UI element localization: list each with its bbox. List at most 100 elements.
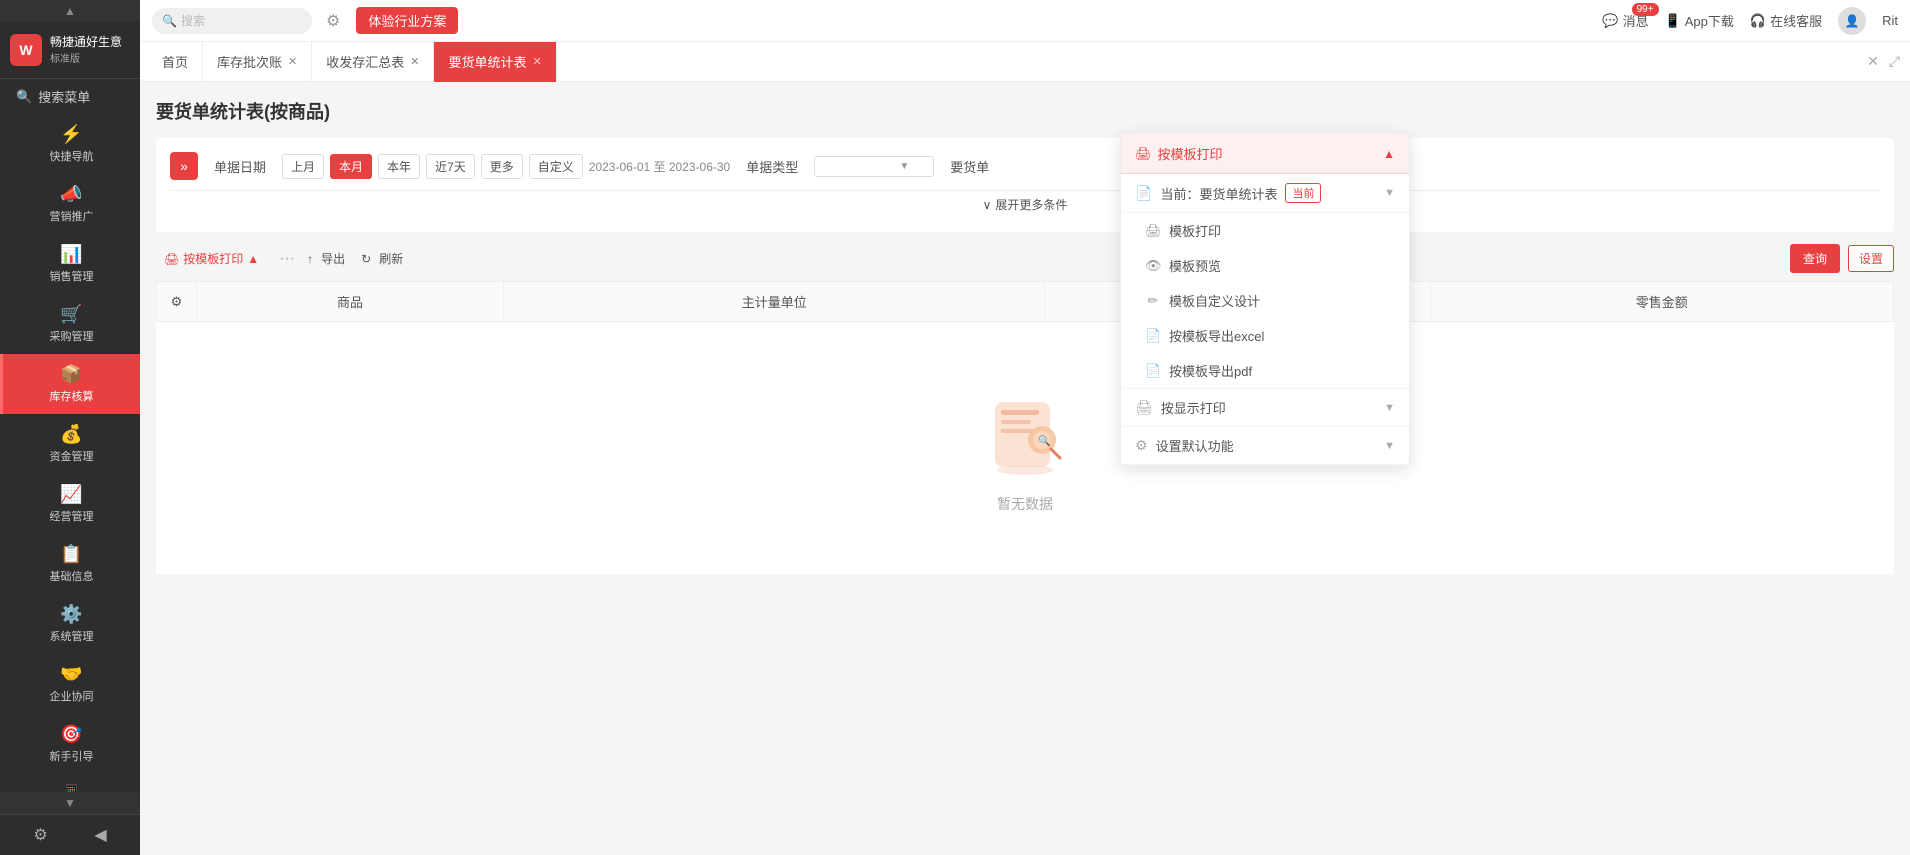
topbar-messages[interactable]: 💬 消息 99+ [1602,11,1648,30]
dropdown-print-icon: 🖨 [1135,146,1152,162]
sidebar-item-purchase[interactable]: 🛒 采购管理 [0,294,140,354]
table-empty-row: 🔍 暂无数据 [157,322,1894,575]
topbar-avatar[interactable]: 👤 [1838,7,1866,35]
topbar-search[interactable]: 🔍 搜索 [152,8,312,34]
dropdown-current-section: 📄 当前：要货单统计表 当前 ▼ [1121,174,1409,213]
tab-order-stats-label: 要货单统计表 [448,52,526,71]
export-label[interactable]: 导出 [321,250,345,267]
sidebar-scroll-up[interactable]: ▲ [0,0,140,22]
dropdown-item-template-excel[interactable]: 📄 按模板导出excel [1121,318,1409,353]
topbar-trial-btn[interactable]: 体验行业方案 [356,7,458,34]
online-service-label: 在线客服 [1770,11,1822,30]
sidebar-settings-btn[interactable]: ⚙ [33,825,47,845]
dropdown-current-doc-icon: 📄 [1135,185,1152,202]
date-btn-prev-month[interactable]: 上月 [282,154,324,179]
tab-receivables[interactable]: 收发存汇总表 ✕ [312,42,434,82]
topbar-app-download[interactable]: 📱 App下载 [1665,11,1734,30]
sidebar-item-quick-nav[interactable]: ⚡ 快捷导航 [0,114,140,174]
dropdown-item-template-preview[interactable]: 👁 模板预览 [1121,248,1409,283]
content-area: 要货单统计表(按商品) » 单据日期 上月 本月 本年 近7天 更多 自定义 2… [140,82,1910,855]
sidebar-search-btn[interactable]: 🔍 搜索菜单 [0,79,140,114]
purchase-icon: 🛒 [60,304,82,325]
sidebar-scroll-down[interactable]: ▼ [0,792,140,814]
sidebar-item-basic-info[interactable]: 📋 基础信息 [0,534,140,594]
filter-row: » 单据日期 上月 本月 本年 近7天 更多 自定义 2023-06-01 至 … [170,152,1880,180]
logo-text: 畅捷通好生意 [50,35,122,51]
tab-receivables-close[interactable]: ✕ [410,55,419,68]
tab-close-window-btn[interactable]: ✕ [1865,51,1881,72]
operations-icon: 📈 [60,484,82,505]
search-label: 搜索菜单 [38,87,90,106]
sidebar-item-marketing[interactable]: 📣 营销推广 [0,174,140,234]
th-retail-amount: 零售金额 [1430,282,1893,322]
tab-order-stats[interactable]: 要货单统计表 ✕ [434,42,556,82]
sidebar-item-finance[interactable]: 💰 资金管理 [0,414,140,474]
dropdown-display-header[interactable]: 🖨 按显示打印 ▼ [1121,389,1409,426]
tab-inventory-batch[interactable]: 库存批次账 ✕ [203,42,312,82]
tab-inventory-batch-close[interactable]: ✕ [288,55,297,68]
empty-text: 暂无数据 [997,494,1053,514]
table-header-row: ⚙ 商品 主计量单位 主数量 零售金额 [157,282,1894,322]
dropdown-template-section: 🖨 模板打印 👁 模板预览 ✏ 模板自定义设计 📄 按模板导出excel 📄 按… [1121,213,1409,389]
sidebar-item-apps[interactable]: 📱 应用中心 [0,774,140,792]
dropdown-item-template-design[interactable]: ✏ 模板自定义设计 [1121,283,1409,318]
dropdown-default-arrow[interactable]: ▼ [1384,440,1395,452]
sidebar-item-label: 资金管理 [50,448,94,464]
toolbar-dots[interactable]: ··· [275,250,299,268]
topbar-left: 🔍 搜索 ⚙ 体验行业方案 [152,7,458,34]
sidebar-item-guide[interactable]: 🎯 新手引导 [0,714,140,774]
tab-order-stats-close[interactable]: ✕ [533,55,542,68]
sidebar-item-inventory[interactable]: 📦 库存核算 [0,354,140,414]
dropdown-default-section: ⚙ 设置默认功能 ▼ [1121,427,1409,465]
dropdown-display-arrow[interactable]: ▼ [1384,402,1395,414]
topbar-search-icon: 🔍 [162,14,177,28]
tabs-bar: 首页 库存批次账 ✕ 收发存汇总表 ✕ 要货单统计表 ✕ ✕ ⤢ [140,42,1910,82]
dropdown-header-left: 🖨 按模板打印 [1135,144,1223,163]
refresh-icon: ↻ [361,252,371,266]
sidebar-collapse-btn[interactable]: ◀ [94,825,106,845]
date-range: 2023-06-01 至 2023-06-30 [589,158,730,175]
topbar-online-service[interactable]: 🎧 在线客服 [1750,11,1822,30]
sidebar-item-label: 基础信息 [50,568,94,584]
filter-type-select[interactable]: ▼ [814,156,934,177]
date-btn-more[interactable]: 更多 [481,154,523,179]
dropdown-default-header[interactable]: ⚙ 设置默认功能 ▼ [1121,427,1409,464]
toolbar-print-btn[interactable]: 🖨 按模板打印 ▲ [156,245,267,272]
dropdown-item-template-pdf[interactable]: 📄 按模板导出pdf [1121,353,1409,388]
template-print-icon: 🖨 [1145,223,1161,239]
dropdown-current-header[interactable]: 📄 当前：要货单统计表 当前 ▼ [1121,174,1409,212]
dropdown-item-template-pdf-label: 按模板导出pdf [1169,361,1252,380]
table-toolbar: 🖨 按模板打印 ▲ ··· ↑ 导出 ↻ 刷新 查询 设置 [156,244,1894,273]
date-btn-custom[interactable]: 自定义 [529,154,583,179]
expand-more-btn[interactable]: ∨ 展开更多条件 [170,190,1880,218]
th-settings[interactable]: ⚙ [157,282,197,322]
page-title: 要货单统计表(按商品) [156,98,1894,124]
sidebar-item-operations[interactable]: 📈 经营管理 [0,474,140,534]
date-btn-current-month[interactable]: 本月 [330,154,372,179]
app-download-icon: 📱 [1665,13,1681,29]
date-btn-last7[interactable]: 近7天 [426,154,475,179]
sidebar-nav: ⚡ 快捷导航 📣 营销推广 📊 销售管理 🛒 采购管理 📦 库存核算 💰 资金管… [0,114,140,792]
refresh-label[interactable]: 刷新 [379,250,403,267]
dropdown-collapse-arrow[interactable]: ▲ [1383,147,1395,161]
tab-home[interactable]: 首页 [148,42,203,82]
sidebar-item-sales[interactable]: 📊 销售管理 [0,234,140,294]
dropdown-current-badge: 当前 [1285,183,1321,203]
filter-toggle-btn[interactable]: » [170,152,198,180]
date-btn-current-year[interactable]: 本年 [378,154,420,179]
print-arrow: ▲ [247,252,259,266]
template-design-icon: ✏ [1145,293,1161,309]
sidebar-item-system[interactable]: ⚙️ 系统管理 [0,594,140,654]
dropdown-current-arrow[interactable]: ▼ [1384,187,1395,199]
tab-expand-window-btn[interactable]: ⤢ [1887,51,1902,72]
query-btn[interactable]: 查询 [1790,244,1840,273]
dropdown-default-label: 设置默认功能 [1156,436,1234,455]
dropdown-item-template-print[interactable]: 🖨 模板打印 [1121,213,1409,248]
sidebar-item-enterprise[interactable]: 🤝 企业协同 [0,654,140,714]
data-table: ⚙ 商品 主计量单位 主数量 零售金额 [156,281,1894,574]
app-download-label: App下载 [1685,11,1734,30]
topbar-gear-icon[interactable]: ⚙ [326,11,340,31]
filter-order-label: 要货单 [950,157,989,176]
sidebar: ▲ W 畅捷通好生意 标准版 🔍 搜索菜单 ⚡ 快捷导航 📣 营销推广 📊 销售… [0,0,140,855]
settings-btn[interactable]: 设置 [1848,245,1894,272]
